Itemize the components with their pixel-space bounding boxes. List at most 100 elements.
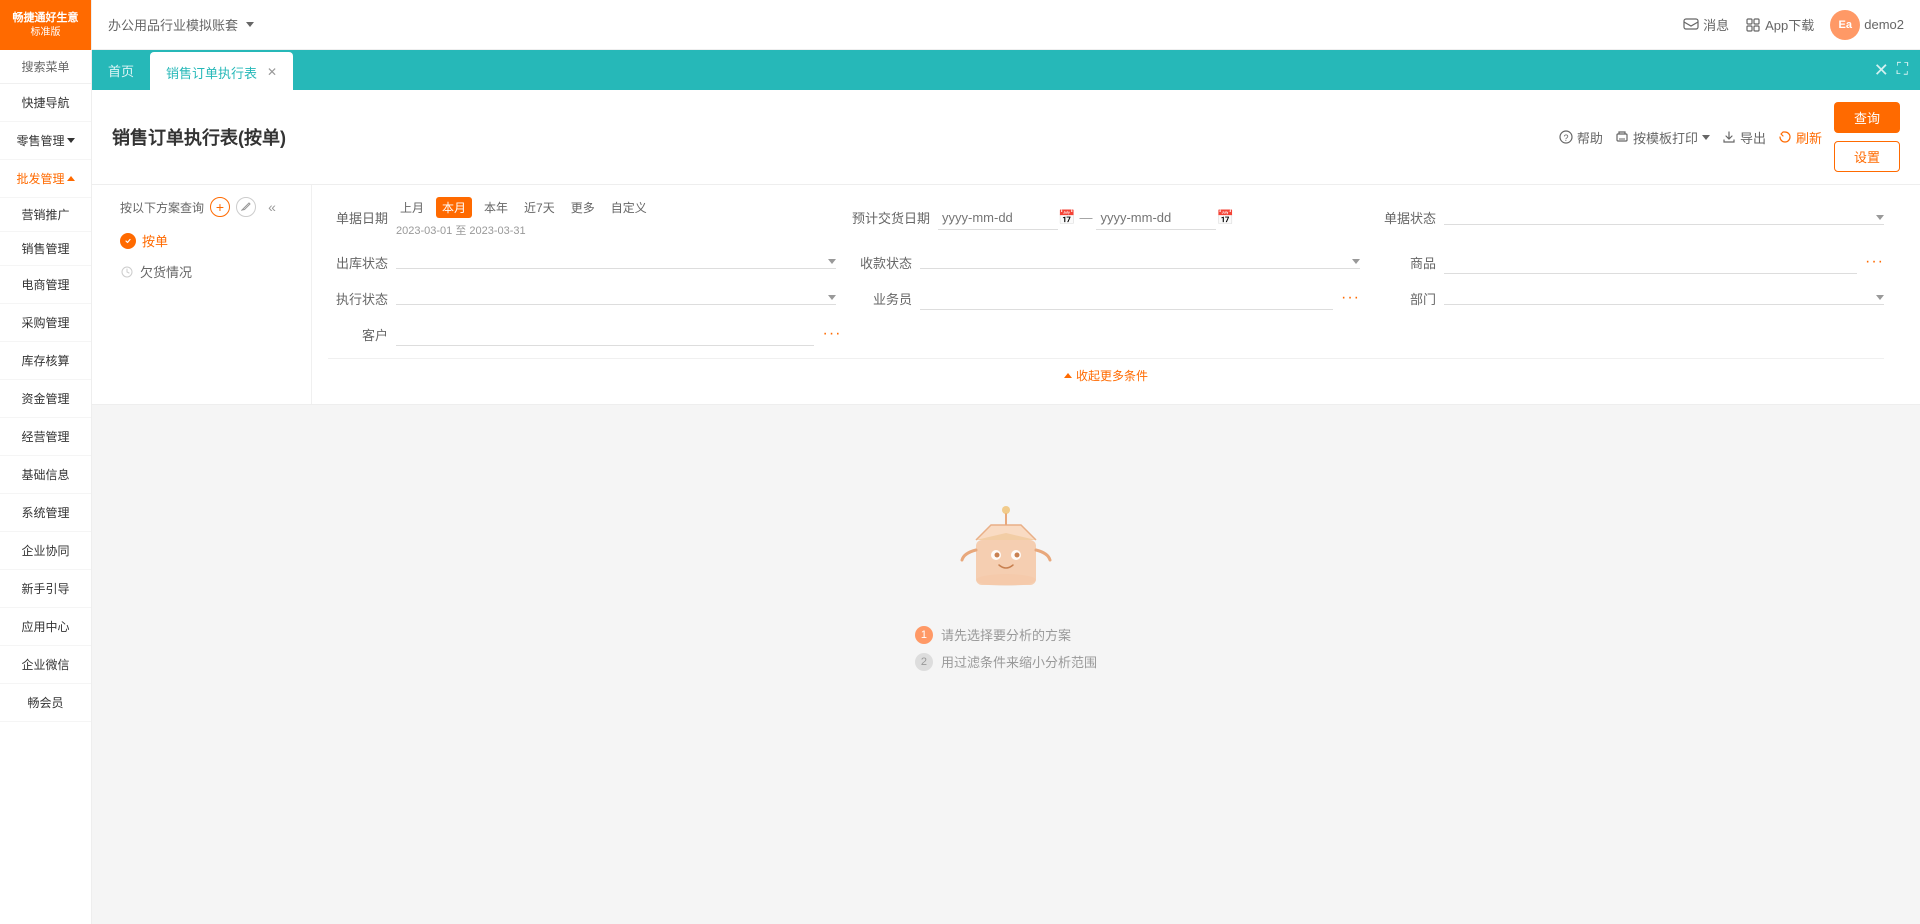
date-tab-current-month[interactable]: 本月: [436, 197, 472, 218]
user-avatar-area[interactable]: Ea demo2: [1830, 10, 1904, 40]
close-window-icon[interactable]: ✕: [1874, 60, 1889, 81]
customer-input[interactable]: [396, 322, 814, 346]
refresh-button[interactable]: 刷新: [1778, 128, 1822, 147]
scheme-item-order[interactable]: 按单: [112, 225, 311, 256]
sidebar-item-kucun[interactable]: 库存核算: [0, 342, 91, 380]
step-num-1: 1: [915, 626, 933, 644]
doc-status-select[interactable]: [1444, 211, 1884, 225]
customer-more-icon[interactable]: ···: [822, 325, 841, 343]
page-content: 销售订单执行表(按单) ? 帮助 按模板打印: [92, 90, 1920, 924]
page-title: 销售订单执行表(按单): [112, 124, 286, 162]
collapse-panel-button[interactable]: «: [262, 197, 282, 217]
module-dropdown-icon[interactable]: [246, 22, 254, 27]
query-button[interactable]: 查询: [1834, 102, 1900, 133]
app-download-button[interactable]: App下载: [1745, 15, 1814, 34]
filter-row-1: 单据日期 上月 本月 本年 近7天 更多 自定义 20: [328, 197, 1884, 238]
export-icon: [1722, 130, 1736, 144]
message-icon: [1683, 17, 1699, 33]
add-scheme-button[interactable]: +: [210, 197, 230, 217]
sidebar-item-pifa[interactable]: 批发管理: [0, 160, 91, 198]
department-select[interactable]: [1444, 291, 1884, 305]
sidebar-item-yingyong[interactable]: 应用中心: [0, 608, 91, 646]
sidebar-item-jingying[interactable]: 经营管理: [0, 418, 91, 456]
customer-label: 客户: [328, 325, 388, 344]
tab-close-icon[interactable]: ✕: [267, 65, 277, 79]
date-label: 单据日期: [328, 208, 388, 227]
sidebar-item-huiyuan[interactable]: 畅会员: [0, 684, 91, 722]
template-print-button[interactable]: 按模板打印: [1615, 128, 1710, 147]
edit-scheme-button[interactable]: [236, 197, 256, 217]
sidebar-item-dianshang[interactable]: 电商管理: [0, 266, 91, 304]
delivery-date-from[interactable]: [938, 206, 1058, 230]
product-label: 商品: [1376, 253, 1436, 272]
field-outbound-status: 出库状态: [328, 253, 836, 272]
product-input[interactable]: [1444, 250, 1857, 274]
sidebar-item-zijin[interactable]: 资金管理: [0, 380, 91, 418]
filter-row-4: 客户 ···: [328, 322, 1884, 346]
scheme-active-icon: [120, 233, 136, 249]
logo-line2: 标准版: [13, 26, 79, 39]
payment-status-label: 收款状态: [852, 253, 912, 272]
payment-chevron: [1352, 259, 1360, 264]
refresh-icon: [1778, 130, 1792, 144]
outbound-status-select[interactable]: [396, 255, 836, 269]
delivery-date-to[interactable]: [1096, 206, 1216, 230]
sidebar-item-qiye[interactable]: 企业协同: [0, 532, 91, 570]
date-content: 上月 本月 本年 近7天 更多 自定义 2023-03-01 至 2023-03…: [396, 197, 651, 238]
sidebar-item-xitong[interactable]: 系统管理: [0, 494, 91, 532]
field-exec-status: 执行状态: [328, 289, 836, 308]
salesperson-more-icon[interactable]: ···: [1341, 289, 1360, 307]
sidebar-sub-xiaoshou[interactable]: 销售管理: [0, 232, 91, 266]
empty-step-2: 2 用过滤条件来缩小分析范围: [915, 652, 1097, 671]
salesperson-input[interactable]: [920, 286, 1333, 310]
collapse-more-conditions[interactable]: 收起更多条件: [328, 358, 1884, 392]
sidebar-item-jichu[interactable]: 基础信息: [0, 456, 91, 494]
date-tab-more[interactable]: 更多: [567, 197, 599, 218]
sidebar-item-weixin[interactable]: 企业微信: [0, 646, 91, 684]
maximize-icon[interactable]: ⛶: [1897, 61, 1908, 79]
empty-steps: 1 请先选择要分析的方案 2 用过滤条件来缩小分析范围: [915, 625, 1097, 671]
tab-home[interactable]: 首页: [92, 50, 150, 90]
product-more-icon[interactable]: ···: [1865, 253, 1884, 271]
edit-icon: [241, 202, 251, 212]
payment-status-select[interactable]: [920, 255, 1360, 269]
exec-status-label: 执行状态: [328, 289, 388, 308]
date-tab-custom[interactable]: 自定义: [607, 197, 651, 218]
scheme-item-deficit[interactable]: 欠货情况: [112, 256, 311, 287]
department-label: 部门: [1376, 289, 1436, 308]
field-date: 单据日期 上月 本月 本年 近7天 更多 自定义 20: [328, 197, 836, 238]
query-btn-group: 查询 设置: [1834, 102, 1900, 172]
sidebar-item-kuaijie[interactable]: 快捷导航: [0, 84, 91, 122]
sidebar-search[interactable]: 搜索菜单: [0, 50, 91, 84]
empty-state: 1 请先选择要分析的方案 2 用过滤条件来缩小分析范围: [92, 405, 1920, 751]
collapse-chevron-up: [1064, 373, 1072, 378]
sidebar-logo: 畅捷通好生意 标准版: [0, 0, 91, 50]
calendar-from-icon[interactable]: 📅: [1058, 209, 1075, 226]
date-tab-current-year[interactable]: 本年: [480, 197, 512, 218]
calendar-to-icon[interactable]: 📅: [1216, 209, 1233, 226]
help-link[interactable]: ? 帮助: [1559, 128, 1603, 147]
module-title: 办公用品行业模拟账套: [108, 15, 238, 34]
field-salesperson: 业务员 ···: [852, 286, 1360, 310]
avatar: Ea: [1830, 10, 1860, 40]
doc-status-chevron: [1876, 215, 1884, 220]
exec-status-select[interactable]: [396, 291, 836, 305]
help-icon: ?: [1559, 130, 1573, 144]
step-num-2: 2: [915, 653, 933, 671]
sidebar-item-caigou[interactable]: 采购管理: [0, 304, 91, 342]
outbound-chevron: [828, 259, 836, 264]
date-tab-7days[interactable]: 近7天: [520, 197, 559, 218]
sidebar-sub-yingxiao[interactable]: 营销推广: [0, 198, 91, 232]
message-button[interactable]: 消息: [1683, 15, 1729, 34]
date-tab-last-month[interactable]: 上月: [396, 197, 428, 218]
export-button[interactable]: 导出: [1722, 128, 1766, 147]
filter-area: 按以下方案查询 + «: [92, 185, 1920, 405]
sidebar-item-lingshou[interactable]: 零售管理: [0, 122, 91, 160]
tab-bar: 首页 销售订单执行表 ✕ ✕ ⛶: [92, 50, 1920, 90]
sidebar-item-xinshou[interactable]: 新手引导: [0, 570, 91, 608]
settings-button[interactable]: 设置: [1834, 141, 1900, 172]
field-department: 部门: [1376, 289, 1884, 308]
tab-sales-exec[interactable]: 销售订单执行表 ✕: [150, 52, 293, 92]
outbound-status-label: 出库状态: [328, 253, 388, 272]
expected-delivery-label: 预计交货日期: [852, 208, 930, 227]
